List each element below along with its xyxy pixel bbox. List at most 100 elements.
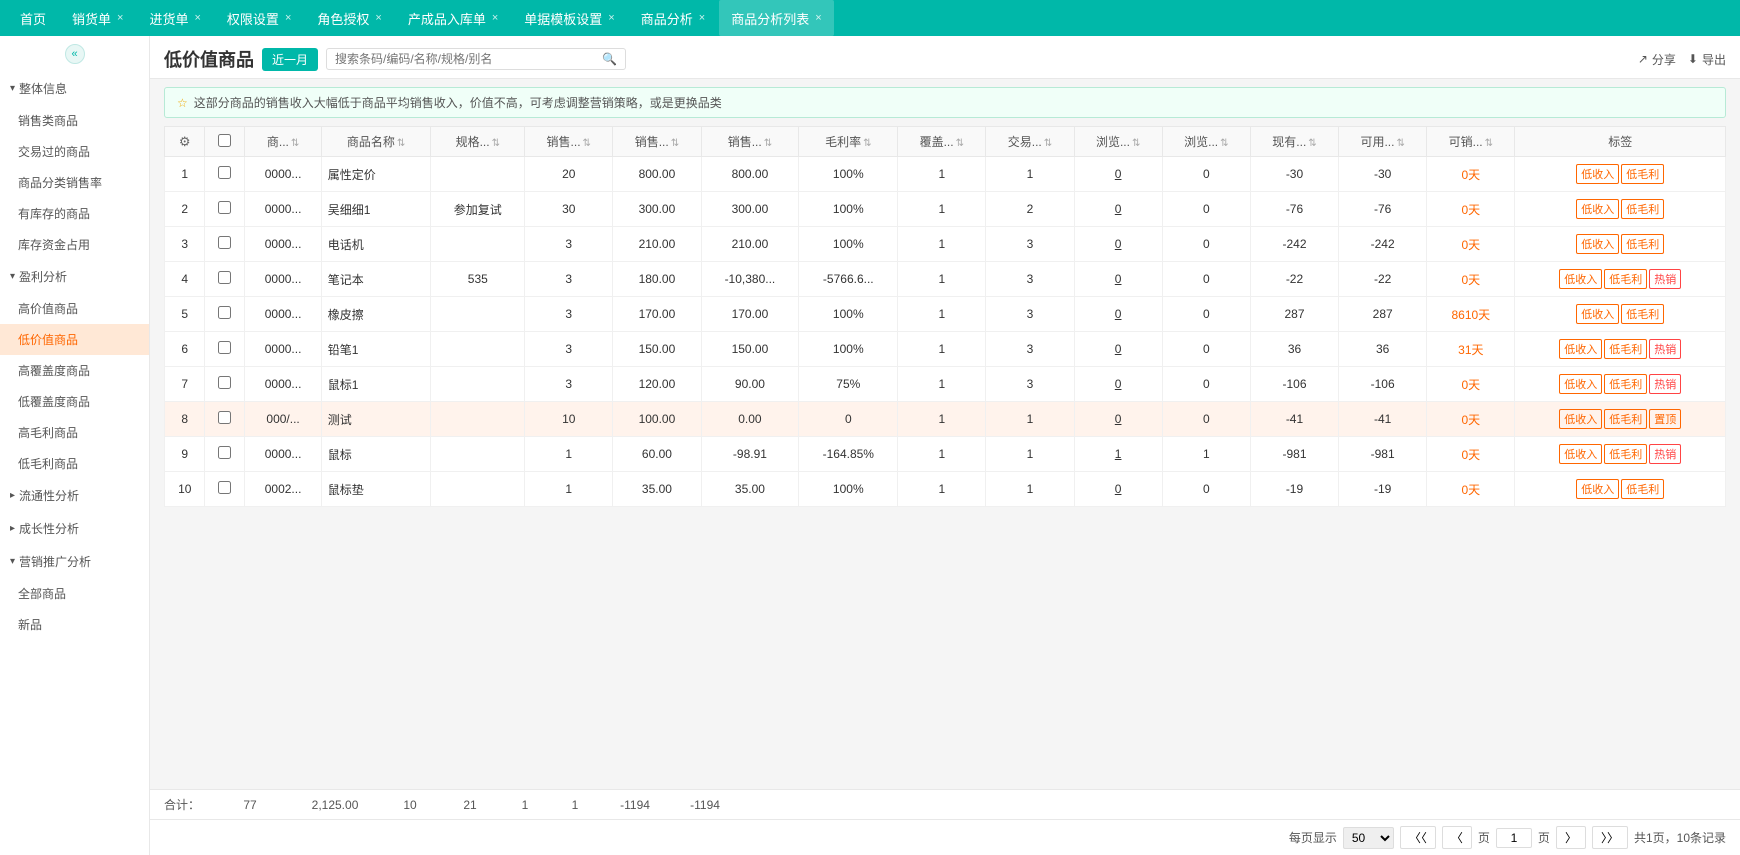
row-sales-price: 210.00 (613, 227, 701, 262)
sidebar-item-全部商品[interactable]: 全部商品 (0, 578, 149, 609)
close-icon[interactable]: × (492, 12, 498, 24)
row-checkbox (205, 192, 245, 227)
row-select-checkbox[interactable] (218, 376, 231, 389)
nav-item-权限设置[interactable]: 权限设置× (215, 0, 303, 36)
select-all-checkbox[interactable] (218, 134, 231, 147)
sidebar-item-交易过的商品[interactable]: 交易过的商品 (0, 136, 149, 167)
column-header-code[interactable]: 商...⇅ (245, 127, 321, 157)
next-page-button[interactable]: 〉 (1556, 826, 1586, 849)
browse-link[interactable]: 0 (1115, 237, 1122, 251)
column-header-spec[interactable]: 规格...⇅ (431, 127, 525, 157)
browse-link[interactable]: 0 (1115, 307, 1122, 321)
browse-link[interactable]: 0 (1115, 412, 1122, 426)
close-icon[interactable]: × (194, 12, 200, 24)
tag-低收入: 低收入 (1576, 304, 1619, 324)
nav-item-产成品入库单[interactable]: 产成品入库单× (396, 0, 510, 36)
gear-icon[interactable]: ⚙ (179, 134, 191, 149)
nav-item-商品分析[interactable]: 商品分析× (629, 0, 717, 36)
row-tags: 低收入低毛利热销 (1515, 437, 1726, 472)
sidebar-section-整体信息[interactable]: ▾整体信息 (0, 72, 149, 105)
browse-link[interactable]: 0 (1115, 377, 1122, 391)
browse-link[interactable]: 0 (1115, 202, 1122, 216)
sidebar-section-成长性分析[interactable]: ▸成长性分析 (0, 512, 149, 545)
row-spec (431, 332, 525, 367)
close-icon[interactable]: × (117, 12, 123, 24)
row-browse1: 1 (1074, 437, 1162, 472)
sidebar-item-高价值商品[interactable]: 高价值商品 (0, 293, 149, 324)
row-name: 吴细细1 (321, 192, 431, 227)
row-select-checkbox[interactable] (218, 271, 231, 284)
row-select-checkbox[interactable] (218, 166, 231, 179)
footer-browse2: 1 (550, 798, 600, 812)
column-header-gross_rate[interactable]: 毛利率⇅ (799, 127, 898, 157)
column-header-sales_qty[interactable]: 销售...⇅ (525, 127, 613, 157)
row-current: -981 (1250, 437, 1338, 472)
column-header-sales_cost[interactable]: 销售...⇅ (701, 127, 799, 157)
row-name: 测试 (321, 402, 431, 437)
close-icon[interactable]: × (608, 12, 614, 24)
column-header-trade[interactable]: 交易...⇅ (986, 127, 1074, 157)
column-header-browse2[interactable]: 浏览...⇅ (1162, 127, 1250, 157)
sidebar-item-商品分类销售率[interactable]: 商品分类销售率 (0, 167, 149, 198)
sidebar-item-新品[interactable]: 新品 (0, 609, 149, 640)
export-action[interactable]: ⬇ 导出 (1688, 51, 1726, 68)
row-select-checkbox[interactable] (218, 341, 231, 354)
nav-item-首页[interactable]: 首页 (8, 0, 58, 36)
row-checkbox (205, 332, 245, 367)
last-page-button[interactable]: 〉〉 (1592, 826, 1628, 849)
sidebar-item-有库存的商品[interactable]: 有库存的商品 (0, 198, 149, 229)
nav-item-角色授权[interactable]: 角色授权× (305, 0, 393, 36)
column-header-sellable[interactable]: 可销...⇅ (1427, 127, 1515, 157)
close-icon[interactable]: × (375, 12, 381, 24)
column-header-available[interactable]: 可用...⇅ (1339, 127, 1427, 157)
sidebar-section-营销推广分析[interactable]: ▾营销推广分析 (0, 545, 149, 578)
sidebar-section-流通性分析[interactable]: ▸流通性分析 (0, 479, 149, 512)
search-icon[interactable]: 🔍 (602, 52, 617, 66)
row-select-checkbox[interactable] (218, 411, 231, 424)
sidebar-item-低价值商品[interactable]: 低价值商品 (0, 324, 149, 355)
per-page-select[interactable]: 50 100 200 (1343, 827, 1394, 849)
browse-link[interactable]: 0 (1115, 167, 1122, 181)
row-tags: 低收入低毛利热销 (1515, 262, 1726, 297)
sidebar-item-高毛利商品[interactable]: 高毛利商品 (0, 417, 149, 448)
sidebar-item-低覆盖度商品[interactable]: 低覆盖度商品 (0, 386, 149, 417)
row-sales-cost: 800.00 (701, 157, 799, 192)
row-current: -106 (1250, 367, 1338, 402)
browse-link[interactable]: 0 (1115, 482, 1122, 496)
row-select-checkbox[interactable] (218, 201, 231, 214)
sidebar-item-库存资金占用[interactable]: 库存资金占用 (0, 229, 149, 260)
column-header-coverage[interactable]: 覆盖...⇅ (898, 127, 986, 157)
row-select-checkbox[interactable] (218, 306, 231, 319)
nav-item-销货单[interactable]: 销货单× (60, 0, 135, 36)
prev-page-button[interactable]: 〈 (1442, 826, 1472, 849)
sidebar-section-盈利分析[interactable]: ▾盈利分析 (0, 260, 149, 293)
page-input[interactable] (1496, 828, 1532, 848)
row-select-checkbox[interactable] (218, 236, 231, 249)
column-header-name[interactable]: 商品名称⇅ (321, 127, 431, 157)
filter-button[interactable]: 近一月 (262, 48, 318, 71)
sidebar-item-销售类商品[interactable]: 销售类商品 (0, 105, 149, 136)
share-action[interactable]: ↗ 分享 (1638, 51, 1676, 68)
nav-item-单据模板设置[interactable]: 单据模板设置× (512, 0, 626, 36)
close-icon[interactable]: × (815, 12, 821, 24)
row-checkbox (205, 472, 245, 507)
table-row: 90000...鼠标160.00-98.91-164.85%1111-981-9… (165, 437, 1726, 472)
column-header-browse1[interactable]: 浏览...⇅ (1074, 127, 1162, 157)
row-select-checkbox[interactable] (218, 446, 231, 459)
browse-link[interactable]: 0 (1115, 272, 1122, 286)
browse-link[interactable]: 0 (1115, 342, 1122, 356)
nav-item-商品分析列表[interactable]: 商品分析列表× (719, 0, 833, 36)
row-select-checkbox[interactable] (218, 481, 231, 494)
close-icon[interactable]: × (699, 12, 705, 24)
nav-item-进货单[interactable]: 进货单× (137, 0, 212, 36)
search-input[interactable] (335, 52, 598, 66)
first-page-button[interactable]: 〈〈 (1400, 826, 1436, 849)
browse-link[interactable]: 1 (1115, 447, 1122, 461)
sidebar-item-高覆盖度商品[interactable]: 高覆盖度商品 (0, 355, 149, 386)
column-header-current[interactable]: 现有...⇅ (1250, 127, 1338, 157)
sidebar-item-低毛利商品[interactable]: 低毛利商品 (0, 448, 149, 479)
column-header-sales_price[interactable]: 销售...⇅ (613, 127, 701, 157)
sidebar-collapse-btn[interactable]: « (65, 44, 85, 64)
row-code: 0002... (245, 472, 321, 507)
close-icon[interactable]: × (285, 12, 291, 24)
